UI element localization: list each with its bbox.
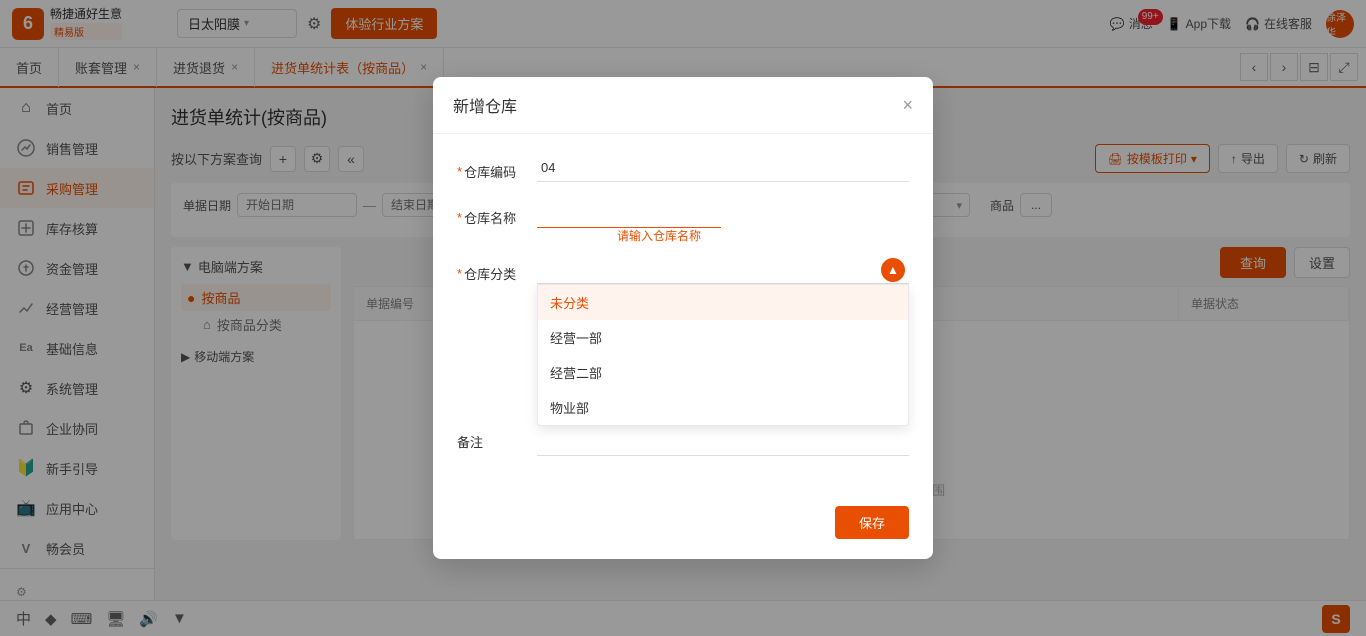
warehouse-name-label: * 仓库名称 <box>457 200 537 227</box>
modal-title: 新增仓库 <box>453 93 517 117</box>
modal-close-btn[interactable]: × <box>902 95 913 116</box>
warehouse-category-label: * 仓库分类 <box>457 256 537 283</box>
dropdown-item-ops2[interactable]: 经营二部 <box>538 355 908 390</box>
warehouse-name-input[interactable] <box>537 200 721 228</box>
modal-body: * 仓库编码 * 仓库名称 请输入仓库名称 * 仓库分类 <box>433 134 933 494</box>
remark-label: 备注 <box>457 424 537 451</box>
warehouse-name-error: 请输入仓库名称 <box>617 227 701 244</box>
dropdown-item-ops1[interactable]: 经营一部 <box>538 320 908 355</box>
category-input[interactable] <box>537 256 909 284</box>
category-dropdown-list: 未分类 经营一部 经营二部 物业部 <box>537 284 909 426</box>
new-warehouse-modal: 新增仓库 × * 仓库编码 * 仓库名称 请输入仓库名称 * <box>433 77 933 559</box>
warehouse-code-input[interactable] <box>537 154 909 182</box>
warehouse-code-row: * 仓库编码 <box>457 154 909 182</box>
warehouse-name-wrapper: 请输入仓库名称 <box>537 200 909 228</box>
warehouse-category-row: * 仓库分类 ▲ 未分类 经营一部 经营二部 物业部 <box>457 256 909 284</box>
warehouse-name-row: * 仓库名称 请输入仓库名称 <box>457 200 909 228</box>
modal-footer: 保存 <box>433 494 933 559</box>
warehouse-code-label: * 仓库编码 <box>457 154 537 181</box>
save-btn[interactable]: 保存 <box>835 506 909 539</box>
modal-header: 新增仓库 × <box>433 77 933 134</box>
remark-input[interactable] <box>537 424 909 456</box>
remark-row: 备注 <box>457 424 909 456</box>
category-toggle-btn[interactable]: ▲ <box>881 258 905 282</box>
category-dropdown-wrapper: ▲ 未分类 经营一部 经营二部 物业部 <box>537 256 909 284</box>
chevron-up-icon: ▲ <box>887 263 899 277</box>
dropdown-item-property[interactable]: 物业部 <box>538 390 908 425</box>
dropdown-item-unclassified[interactable]: 未分类 <box>538 285 908 320</box>
